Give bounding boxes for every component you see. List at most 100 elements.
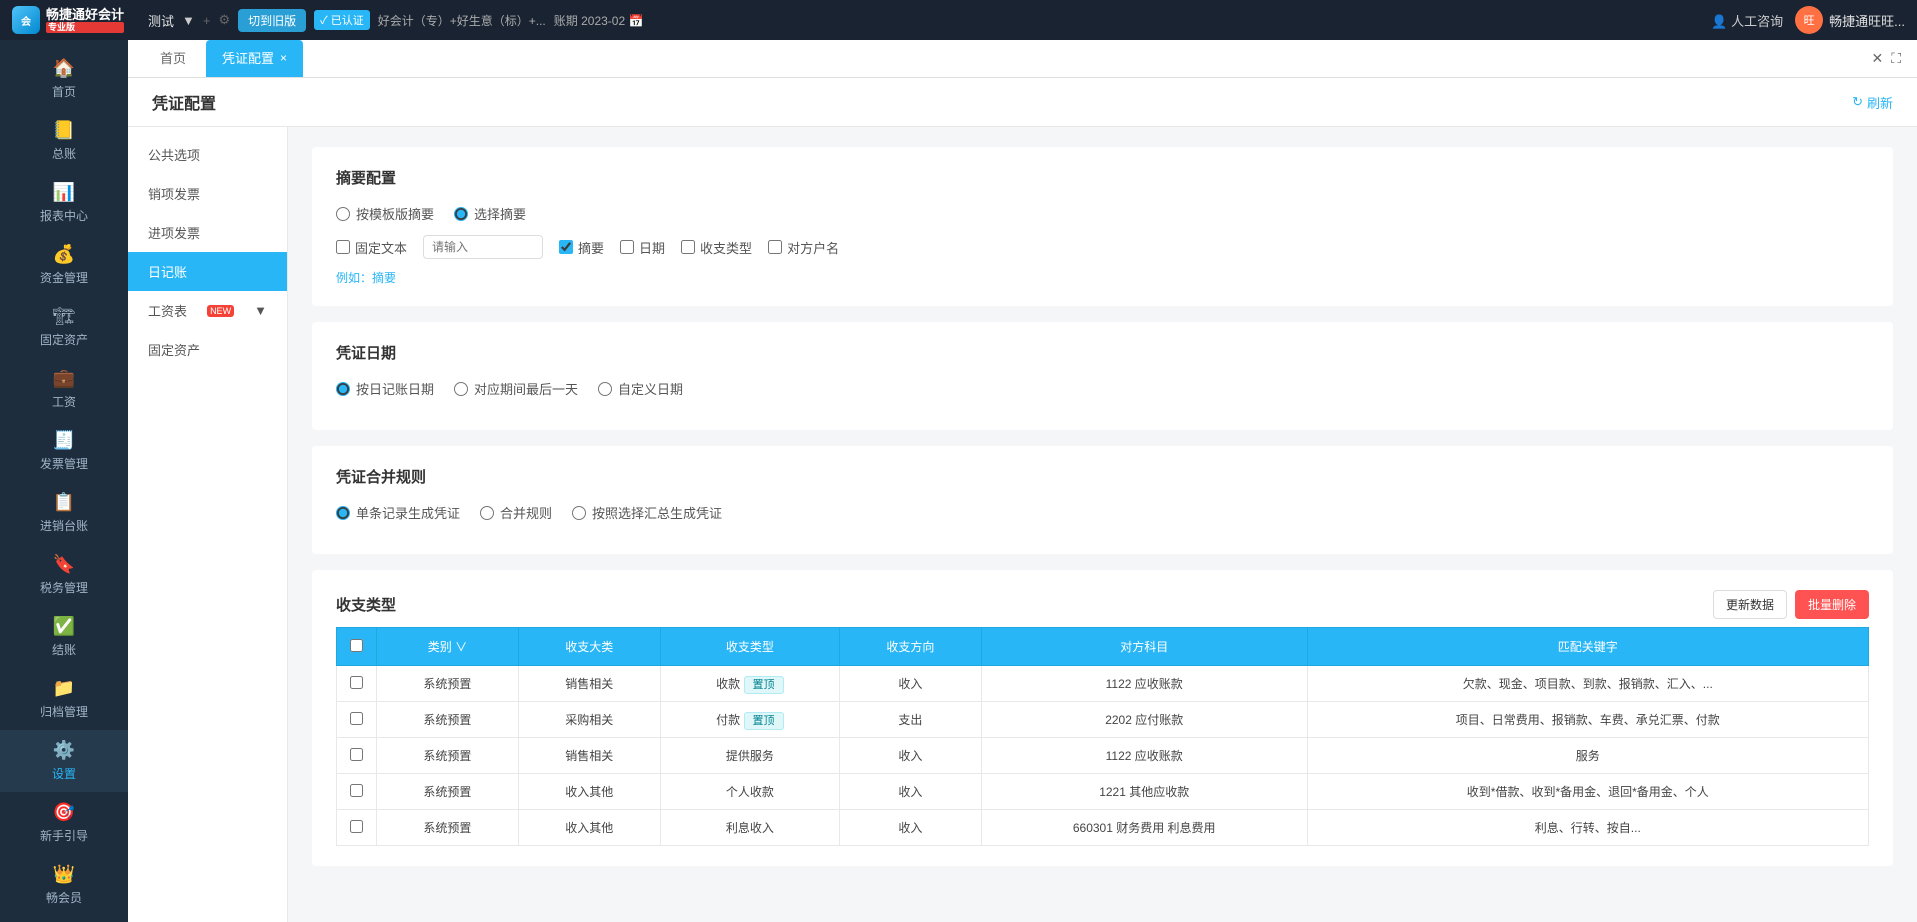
settings-icon: ⚙️	[53, 740, 75, 761]
table-row: 系统预置 销售相关 提供服务 收入 1122 应收账款 服务	[337, 738, 1869, 774]
sidebar-item-salary[interactable]: 💼 工资	[0, 358, 128, 420]
assets-icon: 🏗	[53, 306, 76, 327]
radio-period-last-input[interactable]	[454, 382, 468, 396]
radio-select-input[interactable]	[454, 207, 468, 221]
income-expense-title: 收支类型	[336, 594, 396, 615]
check-date[interactable]: 日期	[620, 238, 665, 257]
sidebar-item-home[interactable]: 🏠 首页	[0, 48, 128, 110]
row-checkbox[interactable]	[350, 712, 363, 725]
sidebar-item-archive[interactable]: 📁 归档管理	[0, 668, 128, 730]
col-account: 对方科目	[981, 628, 1307, 666]
refresh-icon: ↻	[1852, 94, 1863, 110]
window-close-btn[interactable]: ✕	[1871, 50, 1883, 67]
merge-rule-radio-group: 单条记录生成凭证 合并规则 按照选择汇总生成凭证	[336, 503, 1869, 522]
checkbox-row: 固定文本 摘要 日期 收支类型	[336, 235, 1869, 259]
invoice-icon: 🧾	[53, 430, 75, 451]
left-menu-sales-invoice[interactable]: 销项发票	[128, 174, 287, 213]
tag-top-2[interactable]: 置顶	[744, 712, 784, 730]
check-counterpart[interactable]: 对方户名	[768, 238, 839, 257]
check-type[interactable]: 收支类型	[681, 238, 752, 257]
row-checkbox[interactable]	[350, 676, 363, 689]
col-checkbox	[337, 628, 377, 666]
col-type: 收支类型	[660, 628, 839, 666]
radio-summary-gen-input[interactable]	[572, 506, 586, 520]
sidebar-item-reports[interactable]: 📊 报表中心	[0, 172, 128, 234]
radio-select[interactable]: 选择摘要	[454, 204, 526, 223]
merge-rule-section: 凭证合并规则 单条记录生成凭证 合并规则 按照选择汇总生成凭证	[312, 446, 1893, 554]
sidebar-item-funds[interactable]: 💰 资金管理	[0, 234, 128, 296]
checkout-icon: ✅	[53, 616, 75, 637]
check-counterpart-input[interactable]	[768, 240, 782, 254]
table-row: 系统预置 收入其他 利息收入 收入 660301 财务费用 利息费用 利息、行转…	[337, 810, 1869, 846]
radio-merge[interactable]: 合并规则	[480, 503, 552, 522]
merge-rule-title: 凭证合并规则	[336, 466, 1869, 487]
radio-single-input[interactable]	[336, 506, 350, 520]
radio-template[interactable]: 按模板版摘要	[336, 204, 434, 223]
top-bar: 会 畅捷通好会计 专业版 测试 ▼ + ⚙ 切到旧版 ✓ 已认证 好会计（专）+…	[0, 0, 1917, 40]
example-text: 例如：摘要	[336, 269, 1869, 286]
check-summary[interactable]: 摘要	[559, 238, 604, 257]
tab-voucher-config[interactable]: 凭证配置 ×	[206, 40, 303, 77]
sidebar-item-ledger[interactable]: 📒 总账	[0, 110, 128, 172]
row-checkbox[interactable]	[350, 820, 363, 833]
radio-journal-date-input[interactable]	[336, 382, 350, 396]
refresh-btn[interactable]: ↻ 刷新	[1852, 93, 1893, 124]
radio-period-last[interactable]: 对应期间最后一天	[454, 379, 578, 398]
batch-delete-btn[interactable]: 批量删除	[1795, 590, 1869, 619]
tag-top-1[interactable]: 置顶	[744, 676, 784, 694]
col-major: 收支大类	[518, 628, 660, 666]
voucher-date-section: 凭证日期 按日记账日期 对应期间最后一天 自定义日期	[312, 322, 1893, 430]
sidebar-item-guide[interactable]: 🎯 新手引导	[0, 792, 128, 854]
left-menu-public[interactable]: 公共选项	[128, 135, 287, 174]
tabs-bar: 首页 凭证配置 × ✕ ⛶	[128, 40, 1917, 78]
radio-single[interactable]: 单条记录生成凭证	[336, 503, 460, 522]
income-expense-section: 收支类型 更新数据 批量删除 类别 ∨	[312, 570, 1893, 866]
voucher-date-title: 凭证日期	[336, 342, 1869, 363]
archive-icon: 📁	[53, 678, 75, 699]
summary-radio-group: 按模板版摘要 选择摘要	[336, 204, 1869, 223]
sidebar-item-member[interactable]: 👑 畅会员	[0, 854, 128, 916]
sidebar-item-settings[interactable]: ⚙️ 设置	[0, 730, 128, 792]
fixed-text-input[interactable]	[423, 235, 543, 259]
check-summary-input[interactable]	[559, 240, 573, 254]
sidebar-item-assets[interactable]: 🏗 固定资产	[0, 296, 128, 358]
sidebar-item-invoice[interactable]: 🧾 发票管理	[0, 420, 128, 482]
radio-merge-input[interactable]	[480, 506, 494, 520]
radio-summary-gen[interactable]: 按照选择汇总生成凭证	[572, 503, 722, 522]
sidebar-item-tax[interactable]: 🔖 税务管理	[0, 544, 128, 606]
guide-icon: 🎯	[53, 802, 75, 823]
logo-icon: 会	[12, 6, 40, 34]
salary-icon: 💼	[53, 368, 75, 389]
topbar-right: 👤 人工咨询 旺 畅捷通旺旺...	[1711, 6, 1905, 34]
left-menu-journal[interactable]: 日记账	[128, 252, 287, 291]
check-fixed-text[interactable]: 固定文本	[336, 238, 407, 257]
select-all-checkbox[interactable]	[350, 639, 363, 652]
check-fixed-text-input[interactable]	[336, 240, 350, 254]
window-maximize-btn[interactable]: ⛶	[1891, 50, 1901, 67]
tab-close-btn[interactable]: ×	[280, 51, 287, 65]
radio-journal-date[interactable]: 按日记账日期	[336, 379, 434, 398]
main-content: 摘要配置 按模板版摘要 选择摘要	[288, 127, 1917, 922]
sidebar-item-checkout[interactable]: ✅ 结账	[0, 606, 128, 668]
switch-version-btn[interactable]: 切到旧版	[238, 9, 306, 32]
left-menu-payroll[interactable]: 工资表 NEW ▼	[128, 291, 287, 330]
left-menu-fixed-assets[interactable]: 固定资产	[128, 330, 287, 369]
sidebar-item-purchase[interactable]: 📋 进销台账	[0, 482, 128, 544]
check-type-input[interactable]	[681, 240, 695, 254]
member-icon: 👑	[53, 864, 75, 885]
ledger-icon: 📒	[53, 120, 75, 141]
left-menu-purchase-invoice[interactable]: 进项发票	[128, 213, 287, 252]
update-data-btn[interactable]: 更新数据	[1713, 590, 1787, 619]
radio-custom-date-input[interactable]	[598, 382, 612, 396]
radio-template-input[interactable]	[336, 207, 350, 221]
summary-config-section: 摘要配置 按模板版摘要 选择摘要	[312, 147, 1893, 306]
row-checkbox[interactable]	[350, 784, 363, 797]
radio-custom-date[interactable]: 自定义日期	[598, 379, 683, 398]
check-date-input[interactable]	[620, 240, 634, 254]
row-checkbox[interactable]	[350, 748, 363, 761]
table-row: 系统预置 采购相关 付款 置顶 支出 2202 应付账款 项目、日常费用、报销款…	[337, 702, 1869, 738]
page-header: 凭证配置 ↻ 刷新	[128, 78, 1917, 127]
tab-home[interactable]: 首页	[144, 40, 202, 77]
sidebar: 🏠 首页 📒 总账 📊 报表中心 💰 资金管理 🏗 固定资产 💼 工资 🧾 发票…	[0, 40, 128, 922]
table-row: 系统预置 销售相关 收款 置顶 收入 1122 应收账款 欠款、现金、项目款、到…	[337, 666, 1869, 702]
